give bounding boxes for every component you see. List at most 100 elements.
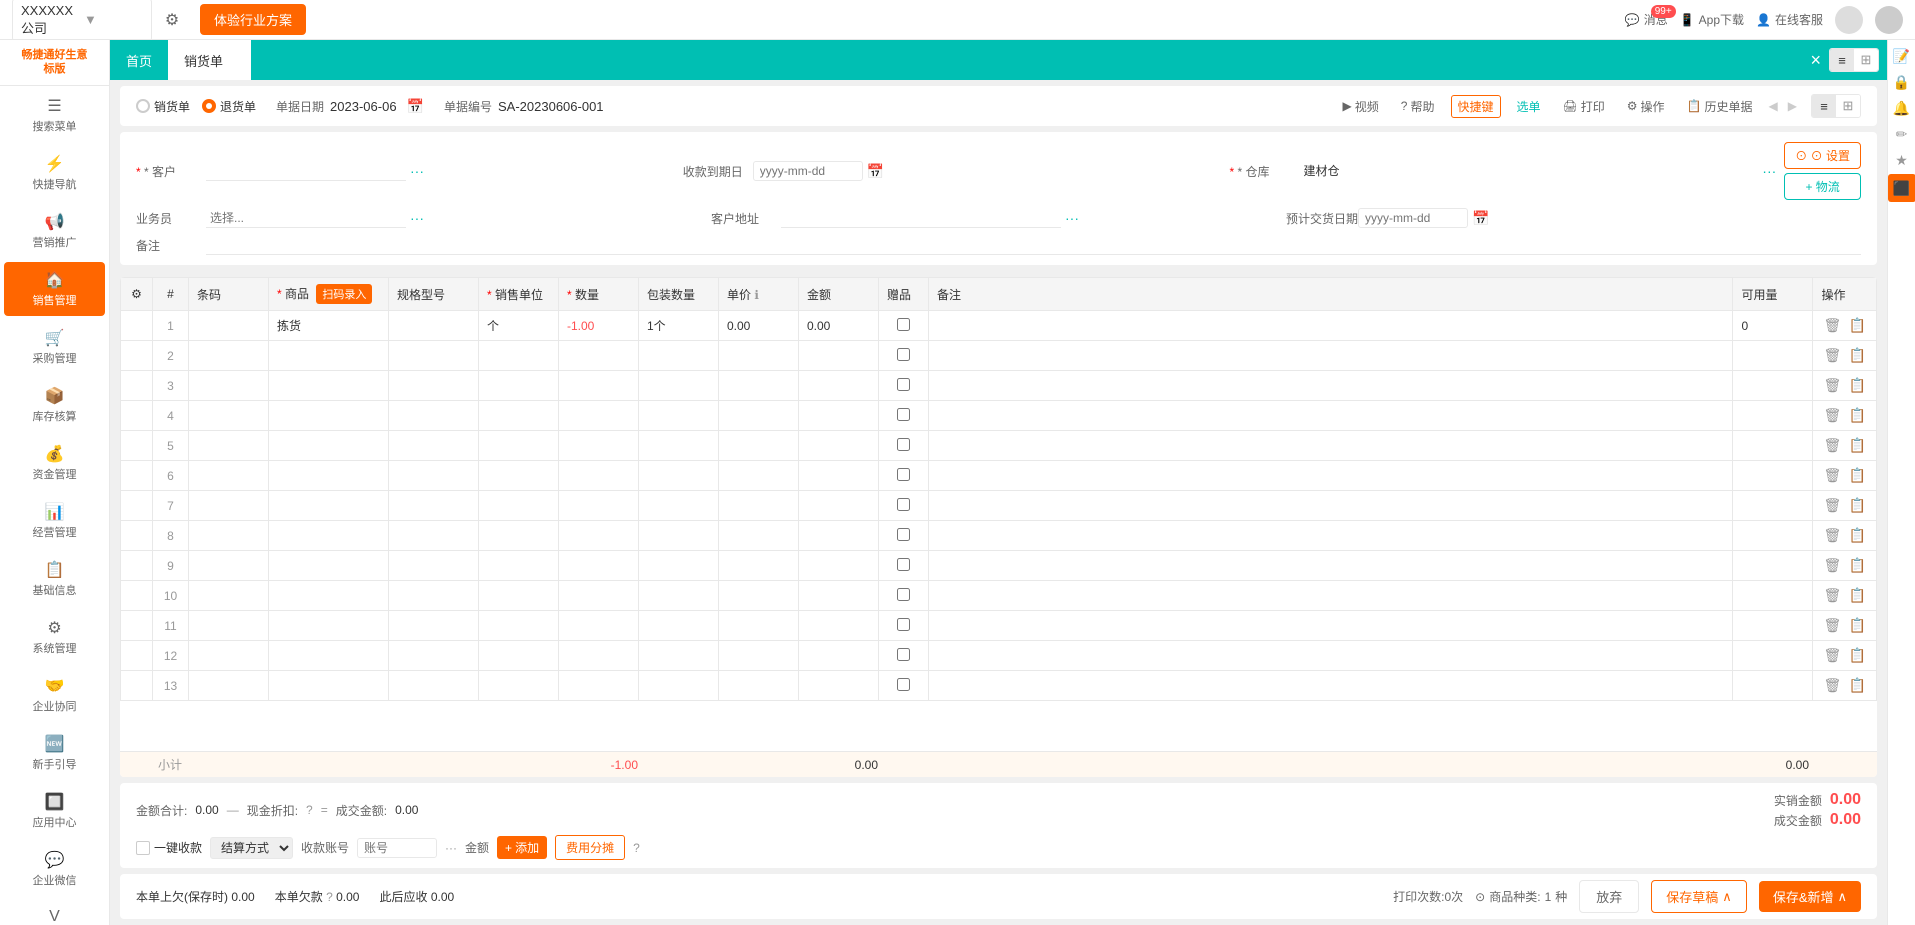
row-pkgqty-7[interactable] (639, 521, 719, 551)
row-barcode-10[interactable] (189, 611, 269, 641)
row-amount-2[interactable] (799, 371, 879, 401)
row-delete-icon-12[interactable]: 🗑 (1823, 677, 1841, 693)
right-tool-3[interactable]: 🔔 (1890, 96, 1914, 120)
trial-btn[interactable]: 体验行业方案 (200, 4, 306, 35)
sidebar-item-quick-nav[interactable]: ⚡ 快捷导航 (4, 146, 105, 200)
row-qty-11[interactable] (559, 641, 639, 671)
row-delete-icon-4[interactable]: 🗑 (1823, 437, 1841, 453)
sidebar-item-corp[interactable]: 🤝 企业协同 (4, 668, 105, 722)
row-amount-9[interactable] (799, 581, 879, 611)
row-price-5[interactable] (719, 461, 799, 491)
row-pkgqty-5[interactable] (639, 461, 719, 491)
row-barcode-5[interactable] (189, 461, 269, 491)
row-product-4[interactable] (269, 431, 389, 461)
abandon-btn[interactable]: 放弃 (1579, 880, 1639, 913)
row-pkgqty-10[interactable] (639, 611, 719, 641)
row-delete-icon-1[interactable]: 🗑 (1823, 347, 1841, 363)
row-price-7[interactable] (719, 521, 799, 551)
row-price-6[interactable] (719, 491, 799, 521)
row-delete-icon-0[interactable]: 🗑 (1823, 317, 1841, 333)
row-spec-6[interactable] (389, 491, 479, 521)
row-remark-0[interactable] (929, 311, 1733, 341)
discount-info-icon[interactable]: ? (306, 803, 313, 817)
video-btn[interactable]: ▶ 视频 (1337, 95, 1385, 118)
row-price-3[interactable] (719, 401, 799, 431)
row-barcode-8[interactable] (189, 551, 269, 581)
flow-btn[interactable]: + 物流 (1784, 173, 1861, 200)
gift-checkbox-0[interactable] (897, 318, 910, 331)
save-draft-btn[interactable]: 保存草稿 ∧ (1651, 880, 1747, 913)
row-price-2[interactable] (719, 371, 799, 401)
nav-prev-icon[interactable]: ◀ (1769, 99, 1778, 113)
tab-sales-order[interactable]: 销货单 × (168, 40, 251, 80)
row-delete-icon-2[interactable]: 🗑 (1823, 377, 1841, 393)
row-amount-6[interactable] (799, 491, 879, 521)
row-gift-7[interactable] (879, 521, 929, 551)
row-copy-icon-2[interactable]: 📋 (1849, 377, 1866, 393)
row-qty-12[interactable] (559, 671, 639, 701)
row-price-8[interactable] (719, 551, 799, 581)
row-barcode-11[interactable] (189, 641, 269, 671)
payment-help-icon[interactable]: ? (633, 841, 640, 855)
row-copy-icon-11[interactable]: 📋 (1849, 647, 1866, 663)
inner-list-view-btn[interactable]: ≡ (1812, 95, 1836, 117)
row-gift-0[interactable] (879, 311, 929, 341)
row-product-0[interactable]: 拣货 (269, 311, 389, 341)
row-gift-6[interactable] (879, 491, 929, 521)
right-tool-6[interactable]: ⬛ (1888, 174, 1915, 202)
payment-cal-icon[interactable]: 📅 (867, 163, 884, 180)
row-remark-9[interactable] (929, 581, 1733, 611)
row-unit-2[interactable] (479, 371, 559, 401)
row-copy-icon-9[interactable]: 📋 (1849, 587, 1866, 603)
row-gift-8[interactable] (879, 551, 929, 581)
row-copy-icon-12[interactable]: 📋 (1849, 677, 1866, 693)
row-delete-icon-10[interactable]: 🗑 (1823, 617, 1841, 633)
row-barcode-3[interactable] (189, 401, 269, 431)
row-delete-icon-5[interactable]: 🗑 (1823, 467, 1841, 483)
row-barcode-12[interactable] (189, 671, 269, 701)
addr-dots-icon[interactable]: ··· (1065, 210, 1079, 226)
payment-due-input[interactable] (753, 161, 863, 181)
account-input[interactable] (357, 838, 437, 858)
radio-return[interactable]: 退货单 (202, 98, 256, 115)
row-amount-4[interactable] (799, 431, 879, 461)
row-amount-0[interactable]: 0.00 (799, 311, 879, 341)
row-pkgqty-6[interactable] (639, 491, 719, 521)
row-barcode-4[interactable] (189, 431, 269, 461)
row-product-12[interactable] (269, 671, 389, 701)
sidebar-item-guide[interactable]: 🆕 新手引导 (4, 726, 105, 780)
row-gift-4[interactable] (879, 431, 929, 461)
row-copy-icon-6[interactable]: 📋 (1849, 497, 1866, 513)
sidebar-item-inventory[interactable]: 📦 库存核算 (4, 378, 105, 432)
shortcut-btn[interactable]: 快捷键 (1451, 95, 1501, 118)
row-qty-6[interactable] (559, 491, 639, 521)
row-copy-icon-8[interactable]: 📋 (1849, 557, 1866, 573)
expected-cal-icon[interactable]: 📅 (1472, 210, 1489, 227)
row-unit-6[interactable] (479, 491, 559, 521)
expense-btn[interactable]: 费用分摊 (555, 835, 625, 860)
row-remark-10[interactable] (929, 611, 1733, 641)
price-info-icon[interactable]: ℹ (754, 288, 759, 302)
row-unit-8[interactable] (479, 551, 559, 581)
tab-bar-close-icon[interactable]: × (1802, 50, 1829, 71)
select-btn[interactable]: 选单 (1511, 95, 1547, 118)
row-product-3[interactable] (269, 401, 389, 431)
row-unit-0[interactable]: 个 (479, 311, 559, 341)
row-remark-4[interactable] (929, 431, 1733, 461)
row-remark-1[interactable] (929, 341, 1733, 371)
row-amount-12[interactable] (799, 671, 879, 701)
row-gift-5[interactable] (879, 461, 929, 491)
list-view-btn[interactable]: ≡ (1830, 49, 1854, 71)
history-btn[interactable]: 📋 历史单据 (1681, 95, 1759, 118)
row-qty-4[interactable] (559, 431, 639, 461)
row-gift-12[interactable] (879, 671, 929, 701)
row-barcode-1[interactable] (189, 341, 269, 371)
gift-checkbox-6[interactable] (897, 498, 910, 511)
salesperson-dots-icon[interactable]: ··· (410, 210, 424, 226)
row-delete-icon-7[interactable]: 🗑 (1823, 527, 1841, 543)
row-copy-icon-1[interactable]: 📋 (1849, 347, 1866, 363)
nav-next-icon[interactable]: ▶ (1788, 99, 1797, 113)
row-pkgqty-12[interactable] (639, 671, 719, 701)
row-spec-11[interactable] (389, 641, 479, 671)
row-barcode-2[interactable] (189, 371, 269, 401)
